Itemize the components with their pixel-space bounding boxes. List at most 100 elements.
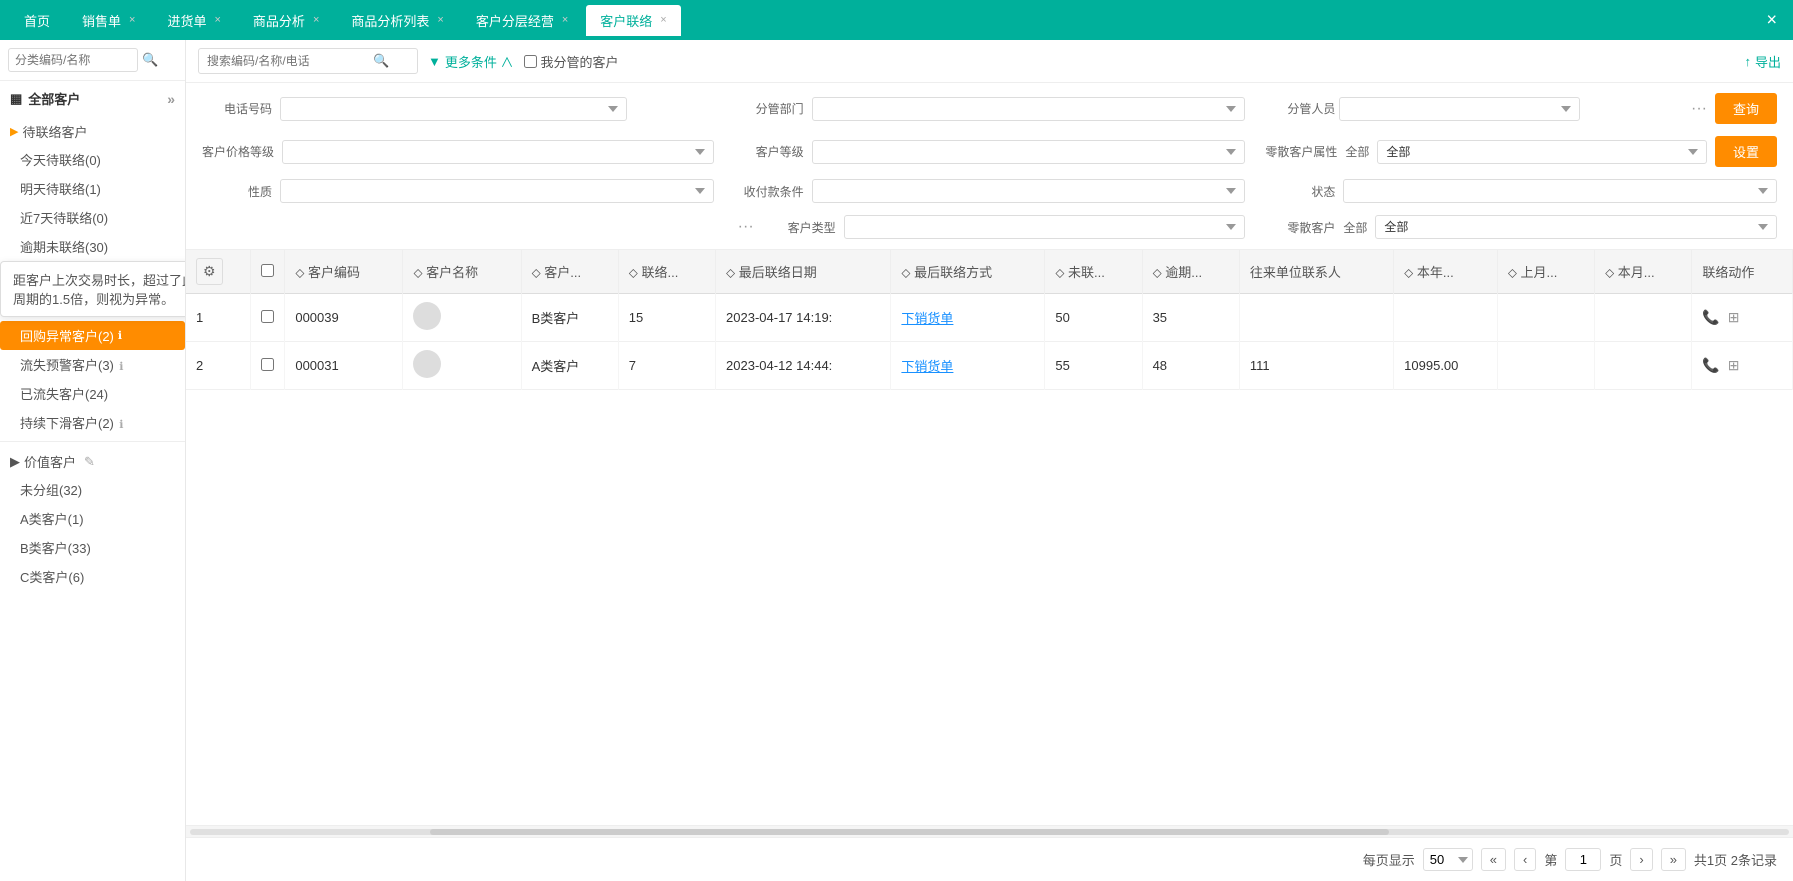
sidebar-declining[interactable]: 持续下滑客户(2) ℹ [0, 408, 185, 437]
nav-customer-mgmt[interactable]: 客户分层经营 × [462, 5, 582, 36]
nav-purchase[interactable]: 进货单 × [153, 5, 234, 36]
manager-dots[interactable]: ··· [1687, 100, 1711, 118]
th-last-date-label: ⬦ 最后联络日期 [726, 265, 817, 280]
td-checkbox-2 [251, 342, 285, 390]
call-icon-1[interactable]: 📞 [1702, 309, 1719, 326]
th-contact: ⬦ 联络... [618, 250, 715, 294]
sidebar-abnormal-repurchase[interactable]: 回购异常客户(2) ℹ [0, 321, 185, 350]
row-1-checkbox[interactable] [261, 310, 274, 323]
per-page-select[interactable]: 50 10 20 100 [1423, 848, 1473, 871]
my-customer-checkbox-wrap[interactable]: 我分管的客户 [524, 52, 619, 71]
th-name-label: ⬦ 客户名称 [413, 265, 478, 280]
prev-page-button[interactable]: ‹ [1514, 848, 1536, 871]
nav-sales-close[interactable]: × [129, 14, 135, 26]
query-button[interactable]: 查询 [1715, 93, 1777, 124]
avatar-1 [413, 302, 441, 330]
th-last-date: ⬦ 最后联络日期 [716, 250, 891, 294]
retail-attr-select[interactable]: 全部 [1377, 140, 1707, 164]
nav-customer-mgmt-close[interactable]: × [562, 14, 568, 26]
nav-home[interactable]: 首页 [10, 5, 64, 36]
sidebar-a-class[interactable]: A类客户(1) [0, 504, 185, 533]
payment-label: 收付款条件 [734, 183, 804, 200]
payment-select[interactable] [812, 179, 1246, 203]
sidebar-lost-warning[interactable]: 流失预警客户(3) ℹ [0, 350, 185, 379]
dept-label: 分管部门 [734, 100, 804, 117]
info-icon2: ℹ [119, 361, 123, 373]
th-this-month: ⬦ 本月... [1595, 250, 1692, 294]
nav-analysis-close[interactable]: × [313, 14, 319, 26]
search-magnifier-icon[interactable]: 🔍 [373, 53, 389, 69]
edit-icon[interactable]: ✎ [84, 454, 95, 470]
td-category-1: B类客户 [521, 294, 618, 342]
nav-analysis-list-close[interactable]: × [437, 14, 443, 26]
customer-search-input[interactable] [207, 54, 367, 68]
more-conditions-button[interactable]: ▼ 更多条件 ∧ [428, 52, 514, 71]
call-icon-2[interactable]: 📞 [1702, 357, 1719, 374]
sidebar-today-pending[interactable]: 今天待联络(0) [0, 145, 185, 174]
th-name[interactable]: ⬦ 客户名称 [403, 250, 521, 294]
page-number-input[interactable] [1565, 848, 1601, 871]
nav-sales[interactable]: 销售单 × [68, 5, 149, 36]
page-prefix-label: 第 [1544, 850, 1557, 869]
nav-customer-contact-close[interactable]: × [660, 14, 666, 26]
collapse-button[interactable]: » [167, 91, 175, 107]
info-icon: ℹ [118, 329, 122, 342]
row-2-checkbox[interactable] [261, 358, 274, 371]
sidebar-ungroup[interactable]: 未分组(32) [0, 475, 185, 504]
next-page-button[interactable]: › [1630, 848, 1652, 871]
price-grade-select[interactable] [282, 140, 714, 164]
retail-customer-select[interactable]: 全部 [1375, 215, 1777, 239]
value-customer-group[interactable]: ▶ 价值客户 ✎ [0, 446, 185, 475]
nav-customer-contact[interactable]: 客户联络 × [586, 5, 680, 36]
td-unit-contact-2: 111 [1239, 342, 1393, 390]
sidebar-search-icon[interactable]: 🔍 [142, 52, 158, 68]
dept-select[interactable] [812, 97, 1246, 121]
last-method-link-1[interactable]: 下销货单 [901, 311, 953, 326]
phone-input[interactable] [280, 97, 627, 121]
th-overdue-label: ⬦ 逾期... [1153, 265, 1203, 280]
last-page-button[interactable]: » [1661, 848, 1686, 871]
first-page-button[interactable]: « [1481, 848, 1506, 871]
td-this-month-1 [1595, 294, 1692, 342]
customer-type-select[interactable] [844, 215, 1246, 239]
settings-button[interactable]: 设置 [1715, 136, 1777, 167]
grid-action-icon-1[interactable]: ⊞ [1728, 309, 1740, 326]
gender-select[interactable] [280, 179, 714, 203]
sidebar-7days-pending[interactable]: 近7天待联络(0) [0, 203, 185, 232]
export-button[interactable]: ↑ 导出 [1744, 52, 1781, 71]
nav-analysis-list[interactable]: 商品分析列表 × [337, 5, 457, 36]
last-method-link-2[interactable]: 下销货单 [901, 359, 953, 374]
td-last-method-2[interactable]: 下销货单 [891, 342, 1045, 390]
retail-customer-label: 零散客户 [1265, 219, 1335, 236]
manager-input[interactable] [1339, 97, 1580, 121]
all-customers-label: 全部客户 [28, 89, 80, 108]
scroll-track[interactable] [190, 829, 1789, 835]
price-grade-control [282, 140, 714, 164]
filter-icon: ▼ [428, 54, 441, 69]
td-last-date-1: 2023-04-17 14:19: [716, 294, 891, 342]
sidebar-overdue-pending[interactable]: 逾期未联络(30) [0, 232, 185, 261]
nav-analysis[interactable]: 商品分析 × [239, 5, 333, 36]
td-last-method-1[interactable]: 下销货单 [891, 294, 1045, 342]
td-code-2: 000031 [285, 342, 403, 390]
all-customers-section[interactable]: ▦ 全部客户 » [0, 81, 185, 116]
horizontal-scrollbar[interactable] [186, 825, 1793, 837]
status-select[interactable] [1343, 179, 1777, 203]
customer-grade-select[interactable] [812, 140, 1246, 164]
sidebar-search-input[interactable] [8, 48, 138, 72]
td-overdue-1: 35 [1142, 294, 1239, 342]
close-window-button[interactable]: × [1766, 10, 1777, 31]
sidebar-b-class[interactable]: B类客户(33) [0, 533, 185, 562]
sidebar-lost-confirmed[interactable]: 已流失客户(24) [0, 379, 185, 408]
type-dots[interactable]: ··· [734, 218, 758, 236]
pending-contact-group[interactable]: ▶ 待联络客户 [0, 116, 185, 145]
table-gear-button[interactable]: ⚙ [196, 258, 223, 285]
sidebar-tomorrow-pending[interactable]: 明天待联络(1) [0, 174, 185, 203]
scroll-thumb[interactable] [430, 829, 1389, 835]
nav-purchase-close[interactable]: × [214, 14, 220, 26]
my-customer-checkbox[interactable] [524, 55, 537, 68]
sidebar-c-class[interactable]: C类客户(6) [0, 562, 185, 591]
th-code[interactable]: ⬦ 客户编码 [285, 250, 403, 294]
select-all-checkbox[interactable] [261, 264, 274, 277]
grid-action-icon-2[interactable]: ⊞ [1728, 357, 1740, 374]
